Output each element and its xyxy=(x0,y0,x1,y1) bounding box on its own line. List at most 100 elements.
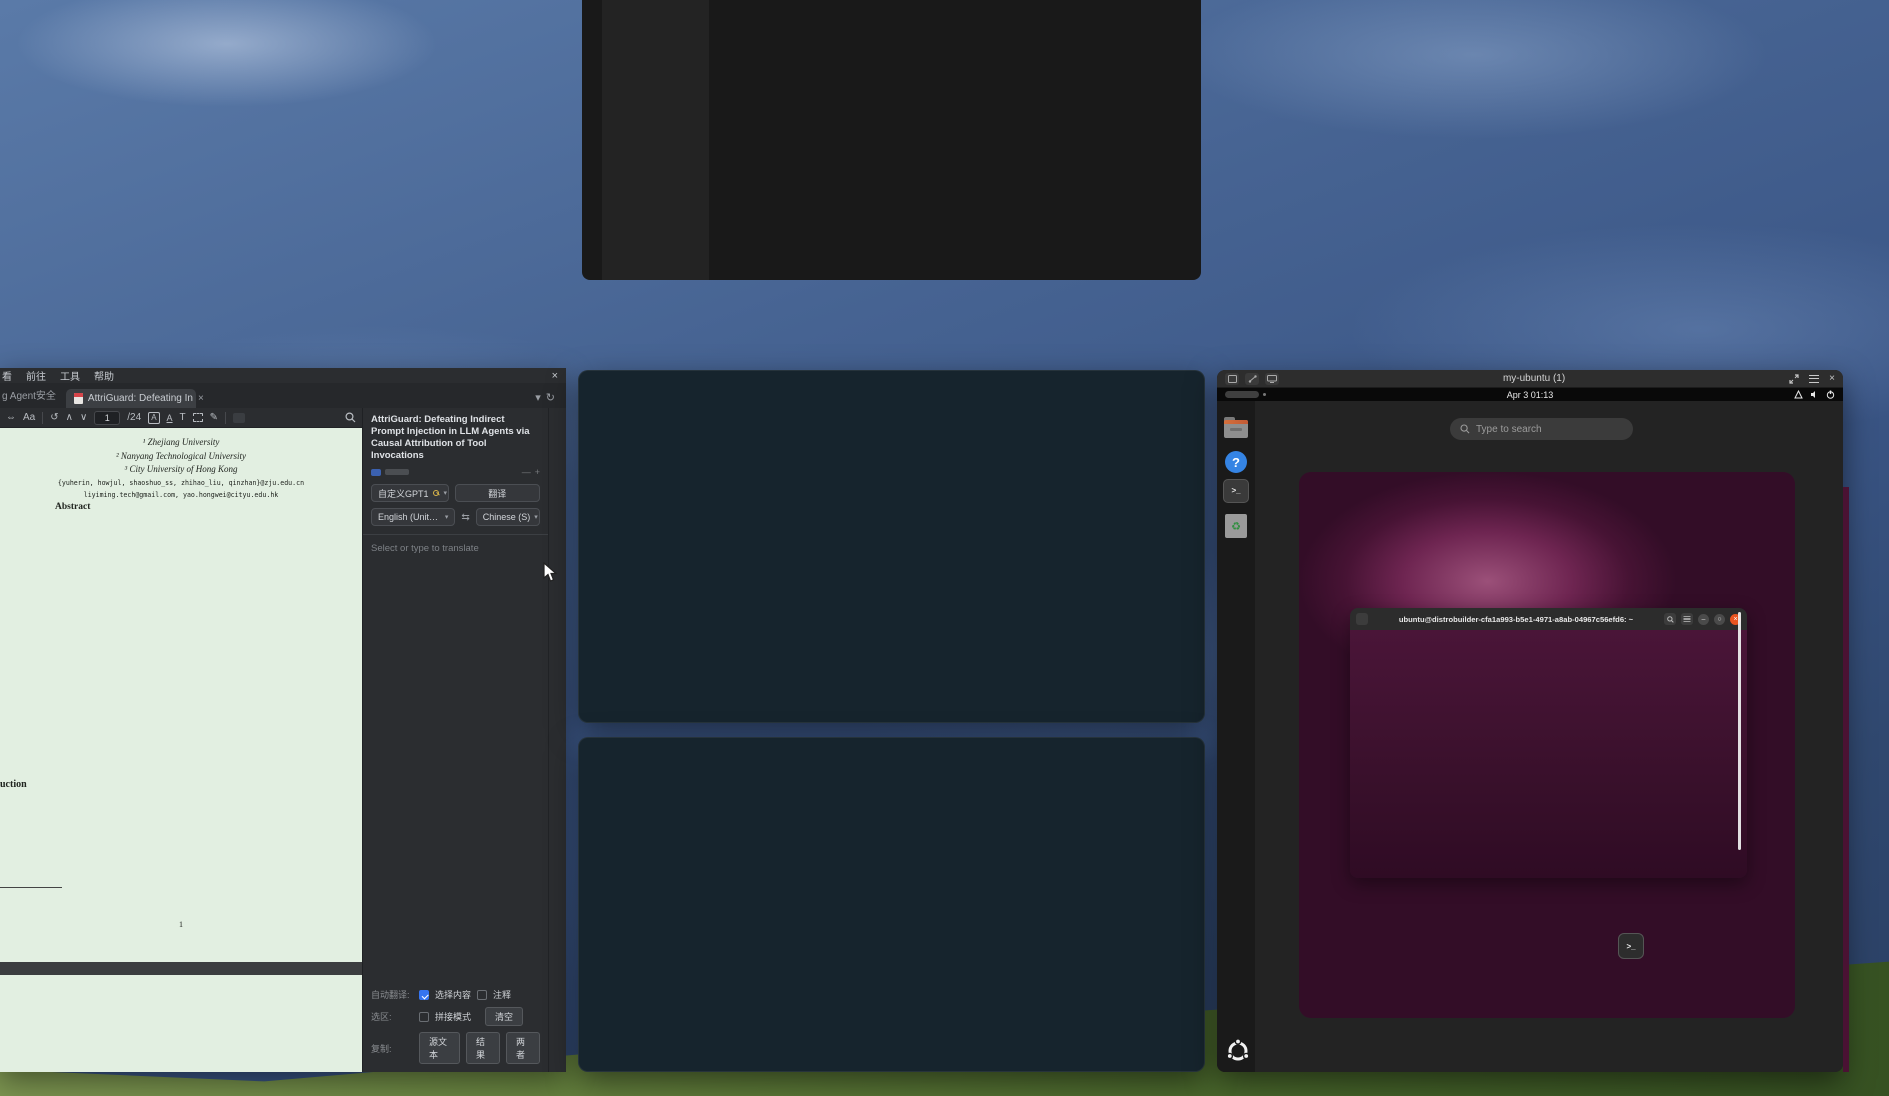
guest-top-bar: Apr 3 01:13 xyxy=(1217,388,1843,401)
side-icon-strip xyxy=(548,408,566,1072)
pdf-file-icon xyxy=(74,393,83,404)
target-language-select[interactable]: Chinese (S) ▾ xyxy=(476,508,540,526)
terminal-pane-install[interactable] xyxy=(578,370,1205,723)
pdf-reader-window[interactable]: 看 前往 工具 帮助 × g Agent安全 AttriGuard: Defea… xyxy=(0,368,566,1072)
maximize-icon[interactable]: ○ xyxy=(1714,614,1725,625)
paper-affiliations: ¹ Zhejiang University ² Nanyang Technolo… xyxy=(0,436,362,501)
page2-left-column xyxy=(0,1039,150,1072)
translate-panel: AttriGuard: Defeating Indirect Prompt In… xyxy=(362,408,548,1072)
text-tool-icon[interactable]: T xyxy=(180,412,186,423)
vm-viewer-window[interactable]: my-ubuntu (1) × Apr 3 01:13 ? >_ ♻ Type … xyxy=(1217,370,1843,1072)
fullscreen-icon[interactable] xyxy=(1789,374,1799,384)
copy-source-button[interactable]: 源文本 xyxy=(419,1032,460,1064)
select-area-icon[interactable] xyxy=(193,413,203,422)
top-terminal-sidebar xyxy=(602,0,709,280)
pdf-menubar: 看 前往 工具 帮助 × xyxy=(0,368,566,383)
vm-window-title: my-ubuntu (1) xyxy=(1285,373,1783,384)
terminal-app-icon[interactable]: >_ xyxy=(1222,477,1250,505)
tab-close-icon[interactable]: × xyxy=(198,393,204,404)
top-terminal-window[interactable] xyxy=(582,0,1201,280)
minimize-icon[interactable]: – xyxy=(1698,614,1709,625)
chevron-down-icon: ▾ xyxy=(444,489,448,497)
page-up-icon[interactable]: ∧ xyxy=(66,412,73,423)
scrollbar[interactable] xyxy=(1738,612,1741,850)
page2-right-column xyxy=(170,1039,362,1072)
copy-result-button[interactable]: 结果 xyxy=(466,1032,500,1064)
guest-search-bar[interactable]: Type to search xyxy=(1450,418,1633,440)
translate-input-placeholder[interactable]: Select or type to translate xyxy=(371,543,540,554)
menu-icon[interactable] xyxy=(1809,375,1819,383)
right-column-para1 xyxy=(170,511,362,667)
workspace-preview[interactable]: ubuntu@distrobuilder-cfa1a993-b5e1-4971-… xyxy=(1299,472,1795,1018)
terminal-window-badge-icon: >_ xyxy=(1618,933,1644,959)
ubuntu-logo-icon[interactable] xyxy=(1225,1038,1251,1064)
tab-agent-security[interactable]: g Agent安全 xyxy=(0,382,66,408)
refresh-icon[interactable]: ↻ xyxy=(546,391,555,404)
files-icon[interactable] xyxy=(1222,415,1250,443)
trash-icon[interactable]: ♻ xyxy=(1222,512,1250,540)
notes-label: 注释 xyxy=(493,988,511,1001)
search-icon[interactable] xyxy=(1664,613,1676,625)
undo-icon[interactable]: ↺ xyxy=(50,412,58,423)
guest-clock[interactable]: Apr 3 01:13 xyxy=(1266,390,1794,400)
clear-button[interactable]: 清空 xyxy=(485,1007,523,1026)
underline-icon[interactable]: A xyxy=(167,413,173,423)
copy-label: 复制: xyxy=(371,1042,413,1055)
key-icon xyxy=(433,490,440,497)
menu-icon[interactable] xyxy=(1681,613,1693,625)
display-icon[interactable] xyxy=(1265,373,1279,385)
highlight-icon[interactable]: A xyxy=(148,412,159,424)
source-language-select[interactable]: English (United States) ▾ xyxy=(371,508,455,526)
translate-title: AttriGuard: Defeating Indirect Prompt In… xyxy=(371,414,540,462)
copy-both-button[interactable]: 两者 xyxy=(506,1032,540,1064)
menu-goto[interactable]: 前往 xyxy=(26,368,46,383)
notes-checkbox[interactable] xyxy=(477,990,487,1000)
power-icon xyxy=(1826,390,1835,399)
intro-heading: uction xyxy=(0,779,27,790)
selection-label: 选区: xyxy=(371,1010,413,1023)
help-icon[interactable]: ? xyxy=(1222,448,1250,476)
close-icon[interactable]: × xyxy=(552,370,558,382)
menu-view[interactable]: 看 xyxy=(2,368,12,383)
page-number: 1 xyxy=(0,920,362,929)
concat-mode-checkbox[interactable] xyxy=(419,1012,429,1022)
menu-help[interactable]: 帮助 xyxy=(94,368,114,383)
swap-languages-icon[interactable]: ⇆ xyxy=(461,512,469,523)
service-icon xyxy=(371,469,381,476)
guest-terminal-preview[interactable]: ubuntu@distrobuilder-cfa1a993-b5e1-4971-… xyxy=(1350,608,1747,878)
guest-terminal-body[interactable] xyxy=(1350,630,1747,878)
engine-select[interactable]: 自定义GPT1 ▾ xyxy=(371,484,449,502)
usb-icon[interactable] xyxy=(1245,373,1259,385)
page-number-input[interactable] xyxy=(94,411,120,425)
abstract-column xyxy=(0,516,150,756)
mouse-cursor xyxy=(543,562,560,589)
vm-titlebar: my-ubuntu (1) × xyxy=(1217,370,1843,388)
pen-icon[interactable]: ✎ xyxy=(210,412,218,423)
send-key-icon[interactable] xyxy=(1225,373,1239,385)
page-down-icon[interactable]: ∨ xyxy=(80,412,87,423)
pdf-page-area[interactable]: ¹ Zhejiang University ² Nanyang Technolo… xyxy=(0,428,362,1072)
chevron-down-icon: ▾ xyxy=(534,513,538,521)
new-tab-icon[interactable] xyxy=(1356,613,1368,625)
menu-tools[interactable]: 工具 xyxy=(60,368,80,383)
footnote-rule xyxy=(0,887,62,888)
engine-label: 自定义GPT1 xyxy=(378,487,429,500)
color-swatch-icon[interactable] xyxy=(233,413,245,423)
pdf-tabbar: g Agent安全 AttriGuard: Defeating In × ▾ ↻ xyxy=(0,383,566,408)
search-icon[interactable] xyxy=(345,412,356,423)
translate-button[interactable]: 翻译 xyxy=(455,484,541,502)
pdf-page-2 xyxy=(0,975,362,1072)
page-total: /24 xyxy=(127,412,141,423)
select-content-checkbox[interactable] xyxy=(419,990,429,1000)
guest-terminal-titlebar: ubuntu@distrobuilder-cfa1a993-b5e1-4971-… xyxy=(1350,608,1747,630)
fit-width-icon[interactable]: ⇔ xyxy=(6,412,16,423)
close-icon[interactable]: × xyxy=(1829,373,1835,384)
chevron-down-icon: ▾ xyxy=(445,513,449,521)
workspace-pill[interactable] xyxy=(1225,391,1259,398)
terminal-pane-incus-list[interactable] xyxy=(578,737,1205,1072)
guest-desktop[interactable]: ? >_ ♻ Type to search ubuntu@distrobuild… xyxy=(1217,401,1843,1072)
font-size-icon[interactable]: Aa xyxy=(23,412,35,423)
chevron-down-icon[interactable]: ▾ xyxy=(535,391,541,404)
tab-attriguard[interactable]: AttriGuard: Defeating In × xyxy=(66,389,196,408)
footnotes xyxy=(0,891,150,913)
